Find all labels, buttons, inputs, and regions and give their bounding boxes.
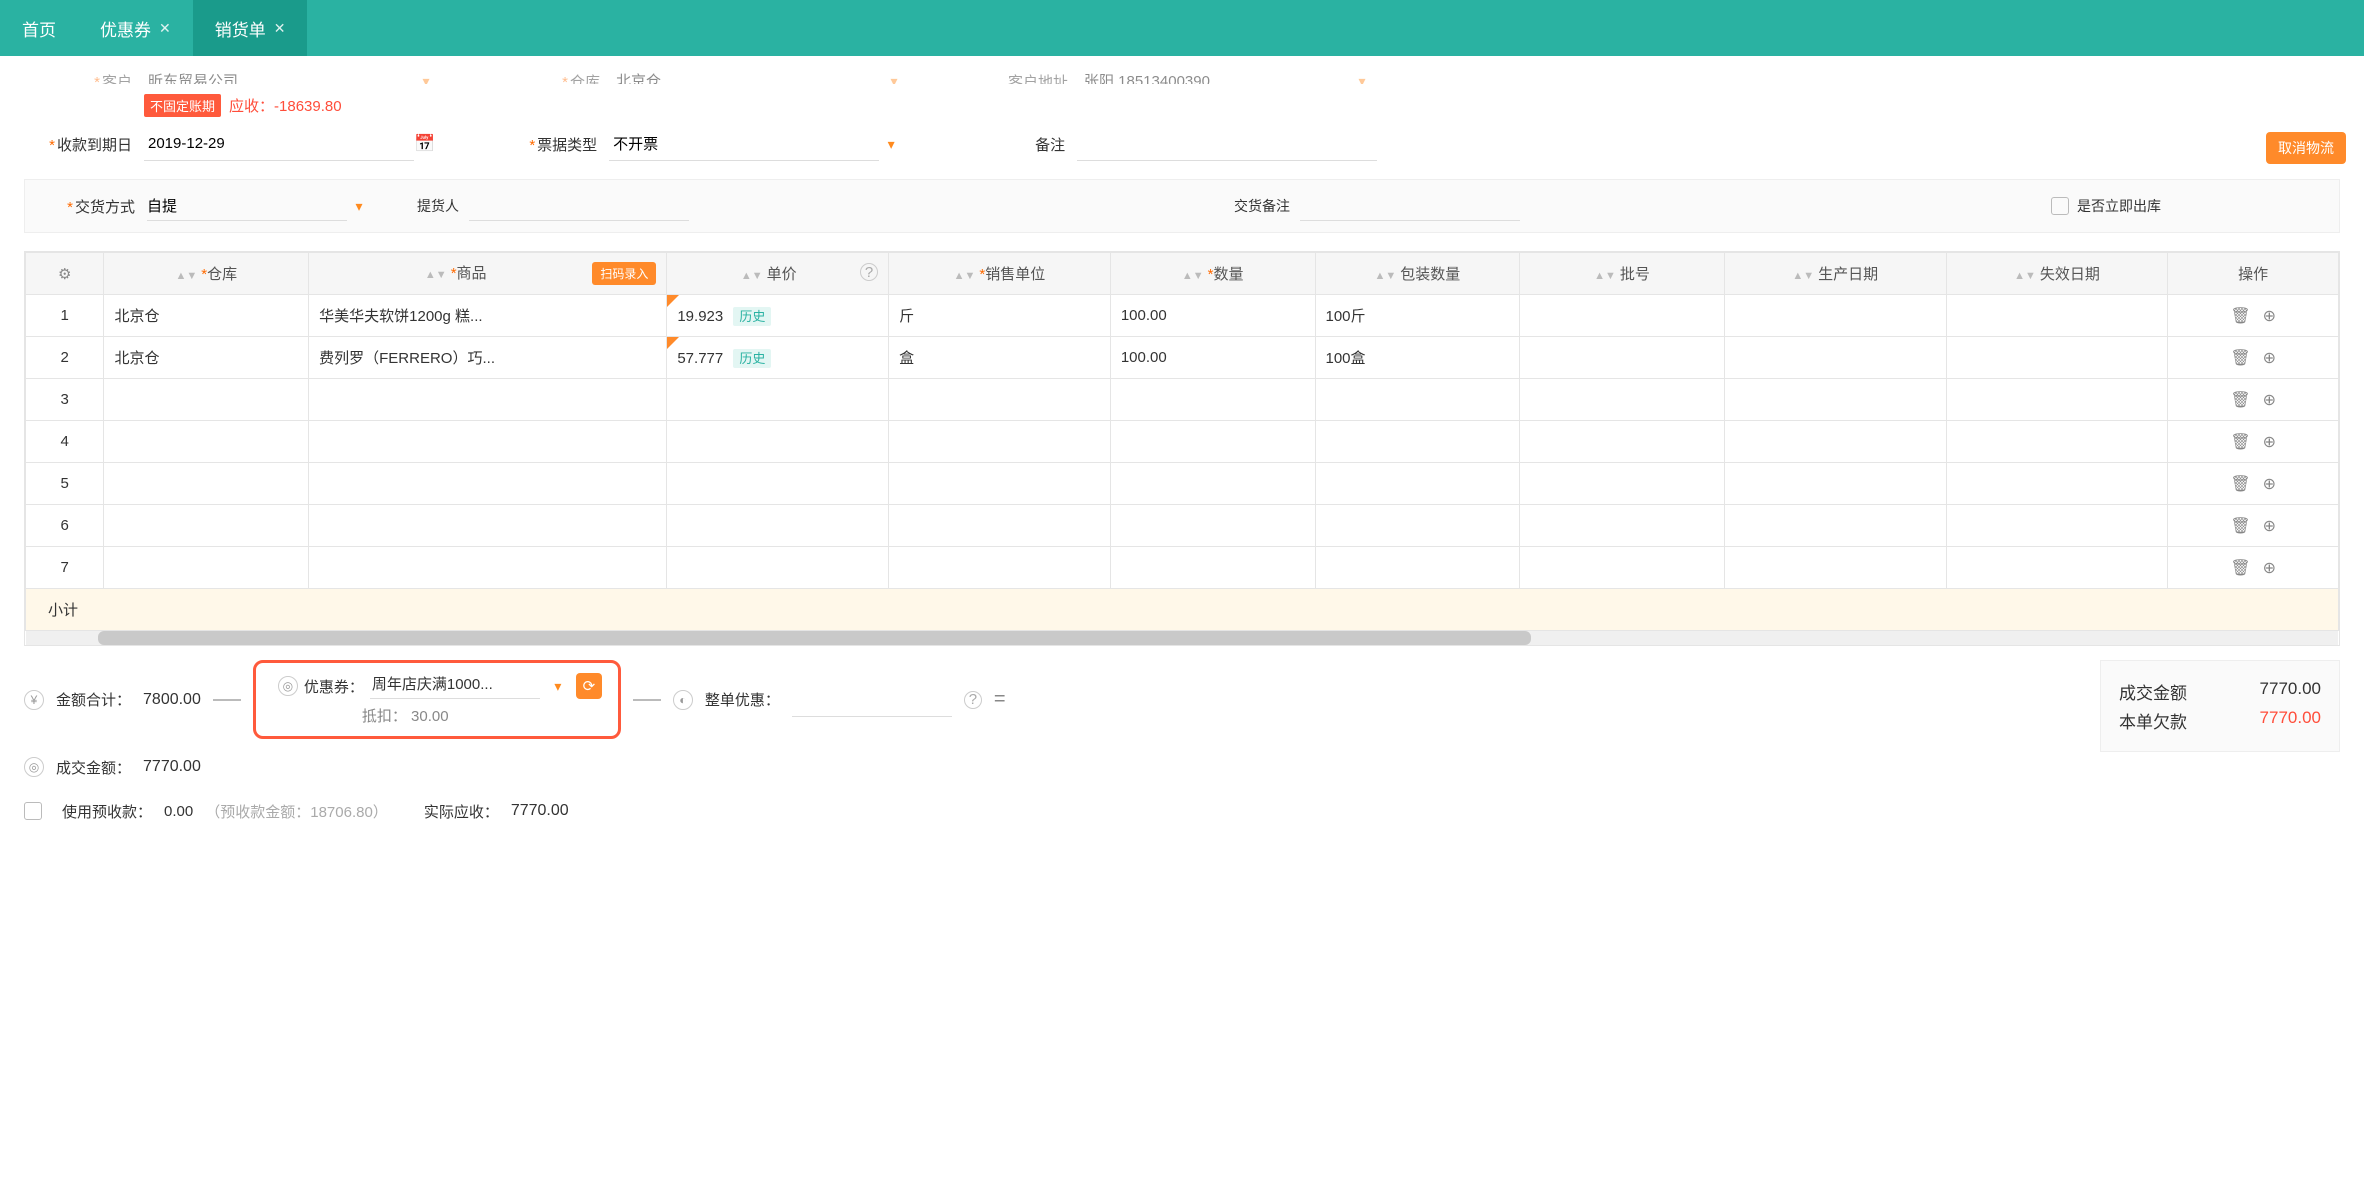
prepay-balance: （预收款金额：18706.80） [205,801,388,822]
coupon-label: 优惠券： [304,676,364,697]
order-discount-label: 整单优惠： [705,689,780,710]
table-row[interactable]: 6🗑⊕ [26,505,2339,547]
delete-icon[interactable]: 🗑 [2230,558,2250,578]
table-row[interactable]: 4🗑⊕ [26,421,2339,463]
add-icon[interactable]: ⊕ [2263,348,2276,368]
close-icon[interactable]: ✕ [159,20,171,37]
summary-box: 成交金额7770.00 本单欠款7770.00 [2100,660,2340,752]
chevron-down-icon[interactable]: ▾ [347,198,371,215]
add-icon[interactable]: ⊕ [2263,558,2276,578]
line-items-table: ⚙ ▲▼*仓库 ▲▼*商品 扫码录入 ▲▼单价? ▲▼*销售单位 ▲▼*数量 ▲… [25,252,2339,631]
coupon-icon: ◎ [278,676,298,696]
refresh-coupon-button[interactable]: ⟳ [576,673,602,699]
table-row[interactable]: 3🗑⊕ [26,379,2339,421]
add-icon[interactable]: ⊕ [2263,516,2276,536]
actual-receive-value: 7770.00 [511,802,569,820]
sort-icon[interactable]: ▲▼ [1594,273,1616,279]
sort-icon[interactable]: ▲▼ [425,272,447,278]
delete-icon[interactable]: 🗑 [2230,390,2250,410]
delivery-remark-input[interactable] [1300,191,1520,221]
tab-home[interactable]: 首页 [0,0,78,56]
add-icon[interactable]: ⊕ [2263,432,2276,452]
sort-icon[interactable]: ▲▼ [1792,273,1814,279]
total-label: 金额合计： [56,689,131,710]
deal-icon: ◎ [24,757,44,777]
add-icon[interactable]: ⊕ [2263,390,2276,410]
cancel-logistics-button[interactable]: 取消物流 [2266,132,2346,164]
sort-icon[interactable]: ▲▼ [1374,273,1396,279]
coupon-highlight-box: ◎ 优惠券： 周年店庆满1000... ▾ ⟳ 抵扣： 30.00 [253,660,621,739]
deal-amount-label: 成交金额： [56,757,131,778]
chevron-down-icon[interactable]: ▾ [414,73,438,85]
actual-receive-label: 实际应收： [424,801,499,822]
chevron-down-icon[interactable]: ▾ [1350,73,1374,85]
warehouse-input[interactable] [612,64,882,84]
discount-icon: ◐ [673,690,693,710]
tab-sales-order[interactable]: 销货单✕ [193,0,308,56]
equals-icon: = [994,688,1006,711]
delete-icon[interactable]: 🗑 [2230,348,2250,368]
chevron-down-icon[interactable]: ▾ [546,678,570,695]
customer-input[interactable] [144,64,414,84]
table-row[interactable]: 7🗑⊕ [26,547,2339,589]
delivery-method-input[interactable] [147,191,347,221]
calendar-icon[interactable]: 📅 [414,134,435,154]
immediate-out-label: 是否立即出库 [2077,196,2161,216]
close-icon[interactable]: ✕ [274,20,286,37]
invoice-type-input[interactable] [609,127,879,161]
table-row[interactable]: 2北京仓费列罗（FERRERO）巧...57.777 历史盒100.00100盒… [26,337,2339,379]
receiver-label: 提货人 [417,196,459,216]
sort-icon[interactable]: ▲▼ [2014,273,2036,279]
customer-address-input[interactable] [1080,64,1350,84]
fixed-period-badge: 不固定账期 [144,94,221,117]
currency-icon: ¥ [24,690,44,710]
use-prepay-checkbox[interactable] [24,802,42,820]
deal-amount-value: 7770.00 [143,758,201,776]
chevron-down-icon[interactable]: ▾ [879,136,903,153]
tab-coupon[interactable]: 优惠券✕ [78,0,193,56]
sort-icon[interactable]: ▲▼ [175,273,197,279]
help-icon[interactable]: ? [860,263,878,281]
scan-input-button[interactable]: 扫码录入 [592,262,656,285]
delete-icon[interactable]: 🗑 [2230,516,2250,536]
coupon-select[interactable]: 周年店庆满1000... [370,673,540,699]
sort-icon[interactable]: ▲▼ [741,273,763,279]
sort-icon[interactable]: ▲▼ [1182,273,1204,279]
receiver-input[interactable] [469,191,689,221]
chevron-down-icon[interactable]: ▾ [882,73,906,85]
tab-bar: 首页 优惠券✕ 销货单✕ [0,0,2364,56]
table-row[interactable]: 1北京仓华美华夫软饼1200g 糕...19.923 历史斤100.00100斤… [26,295,2339,337]
use-prepay-label: 使用预收款： [62,801,152,822]
order-discount-input[interactable] [792,683,952,717]
gear-icon[interactable]: ⚙ [58,266,71,283]
total-value: 7800.00 [143,691,201,709]
delivery-remark-label: 交货备注 [1234,196,1290,216]
delete-icon[interactable]: 🗑 [2230,306,2250,326]
add-icon[interactable]: ⊕ [2263,474,2276,494]
immediate-out-checkbox[interactable] [2051,197,2069,215]
payment-date-input[interactable] [144,127,414,161]
delete-icon[interactable]: 🗑 [2230,432,2250,452]
history-badge[interactable]: 历史 [733,349,771,368]
history-badge[interactable]: 历史 [733,307,771,326]
use-prepay-value: 0.00 [164,803,193,820]
sort-icon[interactable]: ▲▼ [954,273,976,279]
table-row[interactable]: 5🗑⊕ [26,463,2339,505]
delivery-bar: *交货方式 ▾ 提货人 交货备注 是否立即出库 [24,179,2340,233]
horizontal-scrollbar[interactable] [26,631,2338,645]
add-icon[interactable]: ⊕ [2263,306,2276,326]
remark-input[interactable] [1077,127,1377,161]
delete-icon[interactable]: 🗑 [2230,474,2250,494]
help-icon[interactable]: ? [964,691,982,709]
